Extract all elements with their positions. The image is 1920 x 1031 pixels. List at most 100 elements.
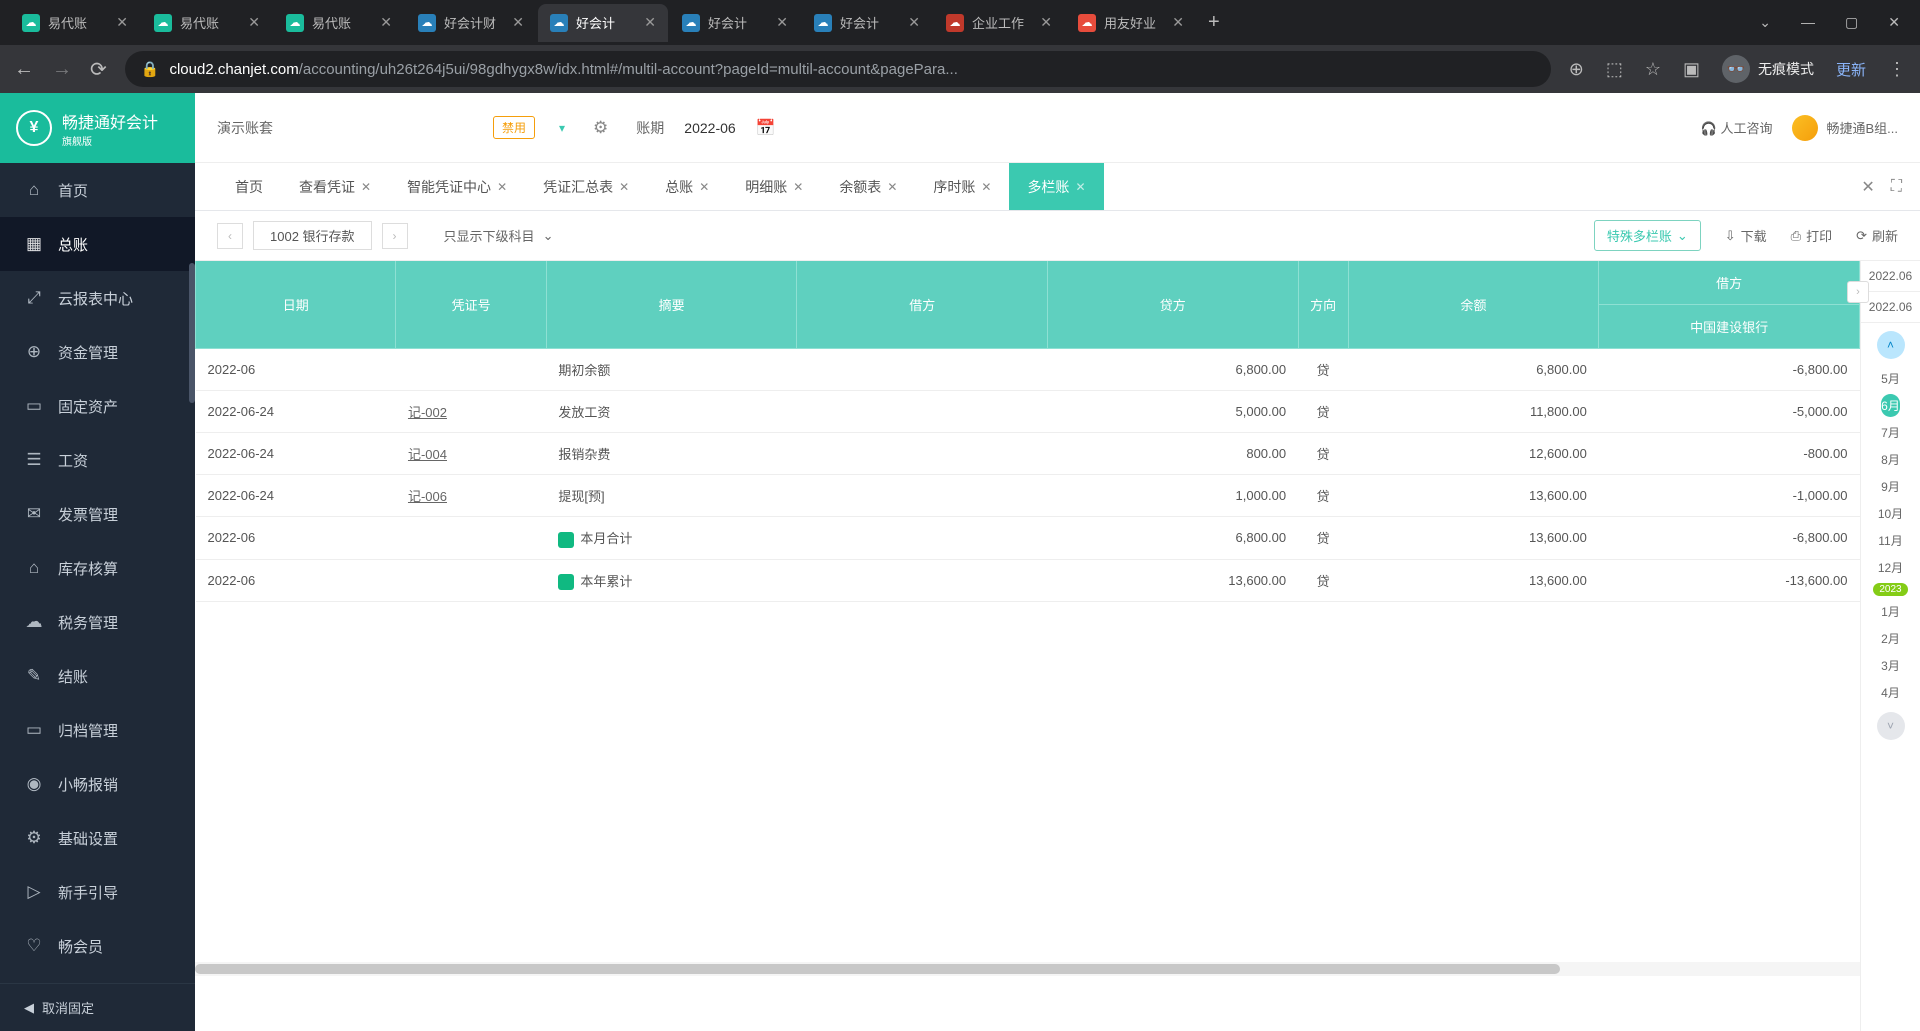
sidebar-item[interactable]: ▷ 新手引导 xyxy=(0,865,195,919)
browser-tab[interactable]: ☁ 好会计财 ✕ xyxy=(406,4,536,42)
calendar-icon[interactable]: 📅 xyxy=(756,118,776,138)
sidebar-item[interactable]: ⊕ 资金管理 xyxy=(0,325,195,379)
sidebar-item[interactable]: ⤢ 云报表中心 xyxy=(0,271,195,325)
tab-close-icon[interactable]: ✕ xyxy=(644,14,656,31)
tab-close-icon[interactable]: ✕ xyxy=(619,180,629,194)
period-month[interactable]: 8月 xyxy=(1869,446,1912,473)
window-close-icon[interactable]: ✕ xyxy=(1888,14,1900,31)
sidebar-item[interactable]: ⚙ 基础设置 xyxy=(0,811,195,865)
tab-close-icon[interactable]: ✕ xyxy=(887,180,897,194)
page-tab[interactable]: 余额表✕ xyxy=(821,163,915,210)
period-month[interactable]: 5月 xyxy=(1869,365,1912,392)
scroll-down-icon[interactable]: ˅ xyxy=(1877,712,1905,740)
tab-close-icon[interactable]: ✕ xyxy=(497,180,507,194)
period-month[interactable]: 3月 xyxy=(1881,652,1900,679)
period-end[interactable]: 2022.06 xyxy=(1861,292,1920,323)
close-all-tabs-icon[interactable]: ✕ xyxy=(1861,177,1874,197)
page-tab[interactable]: 查看凭证✕ xyxy=(281,163,389,210)
sidebar-item[interactable]: ⌂ 首页 xyxy=(0,163,195,217)
browser-tab[interactable]: ☁ 好会计 ✕ xyxy=(802,4,932,42)
filter-selector[interactable]: 只显示下级科目 ⌄ xyxy=(444,226,554,245)
table-wrapper[interactable]: 日期 凭证号 摘要 借方 贷方 方向 余额 借方 中国建设银行 xyxy=(195,261,1860,1031)
table-row[interactable]: 2022-06 本年累计 13,600.00 贷 13,600.00 -13,6… xyxy=(196,559,1860,602)
browser-tab[interactable]: ☁ 用友好业 ✕ xyxy=(1066,4,1196,42)
sidebar-item[interactable]: ▭ 归档管理 xyxy=(0,703,195,757)
page-tab[interactable]: 明细账✕ xyxy=(727,163,821,210)
period-month[interactable]: 10月 xyxy=(1869,500,1912,527)
page-tab[interactable]: 序时账✕ xyxy=(915,163,1009,210)
period-value[interactable]: 2022-06 xyxy=(684,120,735,136)
sidebar-item[interactable]: ☰ 工资 xyxy=(0,433,195,487)
horizontal-scrollbar[interactable] xyxy=(195,962,1860,976)
bookmark-icon[interactable]: ☆ xyxy=(1645,59,1661,80)
next-account-button[interactable]: › xyxy=(382,223,408,249)
new-tab-button[interactable]: + xyxy=(1198,11,1230,34)
sidebar-item[interactable]: ☁ 税务管理 xyxy=(0,595,195,649)
period-month[interactable]: 1月 xyxy=(1881,598,1900,625)
sidebar-item[interactable]: ⌂ 库存核算 xyxy=(0,541,195,595)
period-month[interactable]: 6月 xyxy=(1881,394,1900,417)
print-button[interactable]: ⎙ 打印 xyxy=(1791,226,1832,245)
window-dropdown-icon[interactable]: ⌄ xyxy=(1759,14,1771,31)
tab-close-icon[interactable]: ✕ xyxy=(793,180,803,194)
sidebar-item[interactable]: ▭ 固定资产 xyxy=(0,379,195,433)
tab-close-icon[interactable]: ✕ xyxy=(512,14,524,31)
prev-account-button[interactable]: ‹ xyxy=(217,223,243,249)
sidebar-item[interactable]: ✉ 发票管理 xyxy=(0,487,195,541)
page-tab[interactable]: 多栏账✕ xyxy=(1009,163,1103,210)
browser-menu-icon[interactable]: ⋮ xyxy=(1888,59,1906,80)
tab-close-icon[interactable]: ✕ xyxy=(1040,14,1052,31)
consult-link[interactable]: 🎧 人工咨询 xyxy=(1701,118,1773,137)
back-button[interactable]: ← xyxy=(14,58,34,81)
sidebar-unpin[interactable]: ◀ 取消固定 xyxy=(0,983,195,1031)
download-button[interactable]: ⇩ 下载 xyxy=(1725,226,1767,245)
refresh-button[interactable]: ⟳ 刷新 xyxy=(1856,226,1898,245)
account-set-label[interactable]: 演示账套 xyxy=(217,118,273,138)
period-month[interactable]: 7月 xyxy=(1869,419,1912,446)
page-tab[interactable]: 智能凭证中心✕ xyxy=(389,163,525,210)
tab-close-icon[interactable]: ✕ xyxy=(699,180,709,194)
sidebar-item[interactable]: ▦ 总账 xyxy=(0,217,195,271)
translate-icon[interactable]: ⬚ xyxy=(1606,59,1623,80)
zoom-icon[interactable]: ⊕ xyxy=(1569,59,1584,80)
window-minimize-icon[interactable]: — xyxy=(1801,14,1815,31)
collapse-period-panel-icon[interactable]: › xyxy=(1847,281,1869,303)
sidebar-item[interactable]: ✎ 结账 xyxy=(0,649,195,703)
address-bar[interactable]: 🔒 cloud2.chanjet.com /accounting/uh26t26… xyxy=(125,51,1551,87)
tab-close-icon[interactable]: ✕ xyxy=(361,180,371,194)
window-maximize-icon[interactable]: ▢ xyxy=(1845,14,1858,31)
update-button[interactable]: 更新 xyxy=(1836,59,1866,80)
table-row[interactable]: 2022-06-24 记-004 报销杂费 800.00 贷 12,600.00… xyxy=(196,433,1860,475)
tab-close-icon[interactable]: ✕ xyxy=(1172,14,1184,31)
scrollbar-thumb[interactable] xyxy=(195,964,1560,974)
disable-tag[interactable]: 禁用 xyxy=(493,116,535,139)
voucher-link[interactable]: 记-004 xyxy=(408,447,447,462)
browser-tab[interactable]: ☁ 好会计 ✕ xyxy=(670,4,800,42)
tab-close-icon[interactable]: ✕ xyxy=(981,180,991,194)
period-month[interactable]: 11月 xyxy=(1869,527,1912,554)
chevron-down-icon[interactable]: ▾ xyxy=(559,121,565,135)
voucher-link[interactable]: 记-006 xyxy=(408,489,447,504)
period-month[interactable]: 12月 xyxy=(1869,554,1912,581)
gear-icon[interactable]: ⚙ xyxy=(593,118,608,138)
scroll-up-icon[interactable]: ˄ xyxy=(1877,331,1905,359)
tab-close-icon[interactable]: ✕ xyxy=(1075,180,1085,194)
table-row[interactable]: 2022-06 本月合计 6,800.00 贷 13,600.00 -6,800… xyxy=(196,517,1860,560)
period-start[interactable]: 2022.06 xyxy=(1861,261,1920,292)
forward-button[interactable]: → xyxy=(52,58,72,81)
tab-close-icon[interactable]: ✕ xyxy=(116,14,128,31)
voucher-link[interactable]: 记-002 xyxy=(408,405,447,420)
browser-tab[interactable]: ☁ 企业工作 ✕ xyxy=(934,4,1064,42)
browser-tab[interactable]: ☁ 易代账 ✕ xyxy=(10,4,140,42)
tab-close-icon[interactable]: ✕ xyxy=(248,14,260,31)
tab-close-icon[interactable]: ✕ xyxy=(776,14,788,31)
table-row[interactable]: 2022-06-24 记-002 发放工资 5,000.00 贷 11,800.… xyxy=(196,391,1860,433)
fullscreen-icon[interactable]: ⛶ xyxy=(1891,178,1902,196)
table-row[interactable]: 2022-06-24 记-006 提现[预] 1,000.00 贷 13,600… xyxy=(196,475,1860,517)
reload-button[interactable]: ⟳ xyxy=(90,57,107,82)
sidebar-item[interactable]: ♡ 畅会员 xyxy=(0,919,195,973)
special-multi-column-button[interactable]: 特殊多栏账 ⌄ xyxy=(1594,220,1701,251)
extensions-icon[interactable]: ▣ xyxy=(1683,59,1700,80)
user-menu[interactable]: 畅捷通B组... xyxy=(1792,115,1898,141)
page-tab[interactable]: 总账✕ xyxy=(647,163,727,210)
